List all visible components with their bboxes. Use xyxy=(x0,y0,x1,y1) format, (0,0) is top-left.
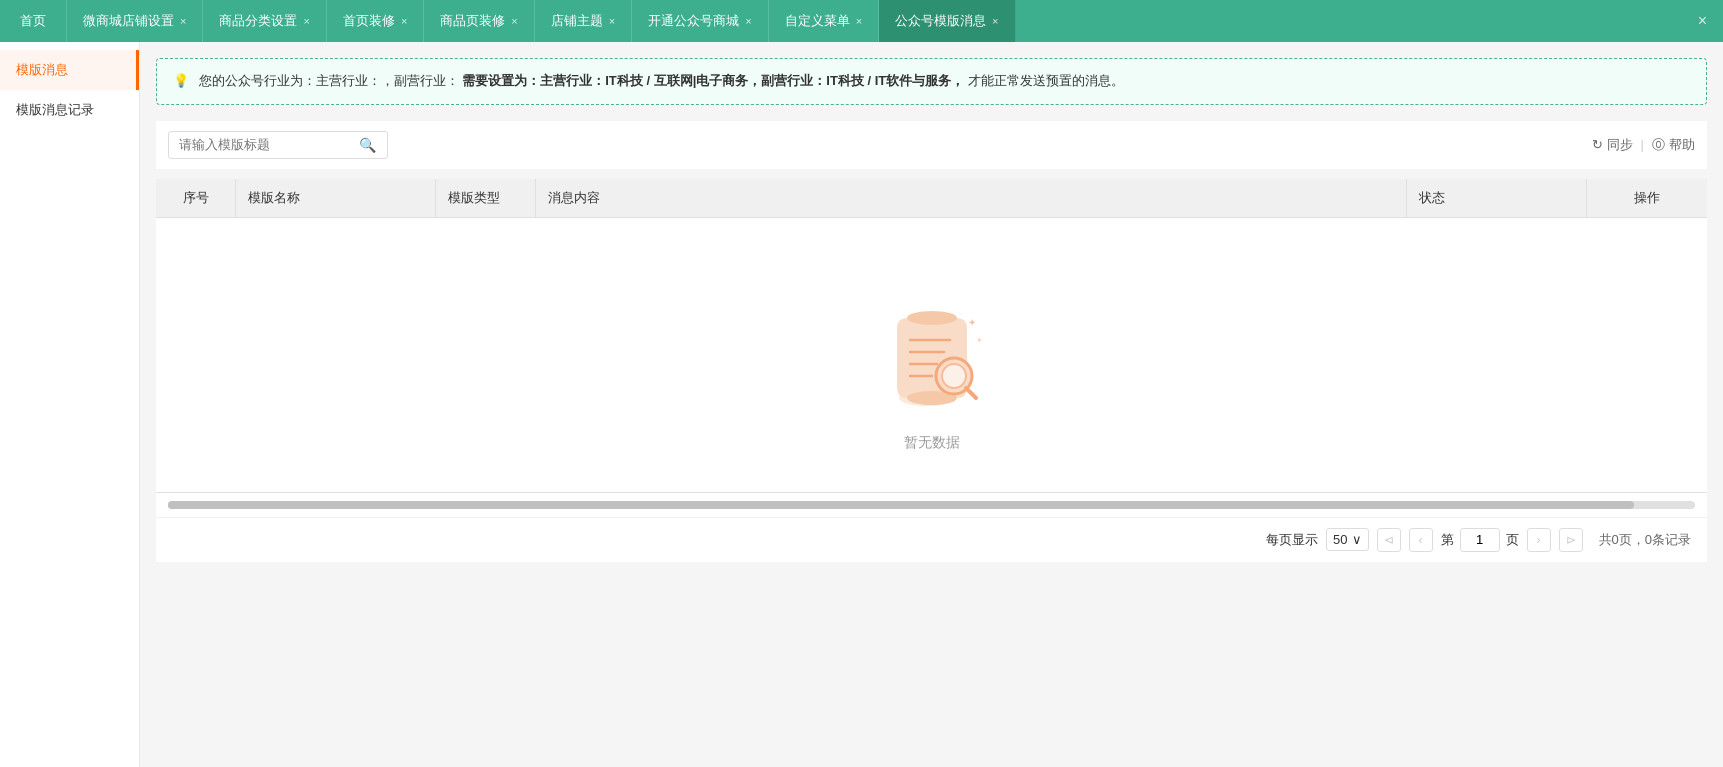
page-number-input[interactable] xyxy=(1460,528,1500,552)
close-custom-menu[interactable]: × xyxy=(856,15,862,27)
nav-tab-template-msg[interactable]: 公众号模版消息 × xyxy=(879,0,1015,42)
sync-label: 同步 xyxy=(1607,136,1633,154)
search-left: 🔍 xyxy=(168,131,388,159)
nav-tab-shop-setting-label: 微商城店铺设置 xyxy=(83,12,174,30)
col-header-seq: 序号 xyxy=(156,179,236,217)
col-header-action: 操作 xyxy=(1587,179,1707,217)
page-input-wrap: 第 页 xyxy=(1441,528,1519,552)
nav-tab-home-decor[interactable]: 首页装修 × xyxy=(327,0,424,42)
first-page-button[interactable]: ⊲ xyxy=(1377,528,1401,552)
help-icon: ⓪ xyxy=(1652,136,1665,154)
page-size-label: 每页显示 xyxy=(1266,531,1318,549)
close-home-decor[interactable]: × xyxy=(401,15,407,27)
nav-tab-product-decor[interactable]: 商品页装修 × xyxy=(424,0,534,42)
notice-icon: 💡 xyxy=(173,73,189,88)
page-size-value: 50 xyxy=(1333,532,1347,547)
svg-point-1 xyxy=(907,311,957,325)
top-nav: 首页 微商城店铺设置 × 商品分类设置 × 首页装修 × 商品页装修 × 店铺主… xyxy=(0,0,1723,42)
search-right: ↻ 同步 | ⓪ 帮助 xyxy=(1592,136,1695,154)
nav-tab-open-mall[interactable]: 开通公众号商城 × xyxy=(632,0,768,42)
scrollbar-area[interactable] xyxy=(156,492,1707,517)
nav-tab-home[interactable]: 首页 xyxy=(0,0,67,42)
svg-text:·: · xyxy=(960,310,962,317)
sidebar-item-template-msg[interactable]: 模版消息 xyxy=(0,50,139,90)
close-shop-theme[interactable]: × xyxy=(609,15,615,27)
nav-tab-custom-menu[interactable]: 自定义菜单 × xyxy=(769,0,879,42)
scrollbar-thumb[interactable] xyxy=(168,501,1634,509)
total-info: 共0页，0条记录 xyxy=(1599,531,1691,549)
sidebar-item-template-msg-log[interactable]: 模版消息记录 xyxy=(0,90,139,130)
nav-tab-template-msg-label: 公众号模版消息 xyxy=(895,12,986,30)
svg-point-8 xyxy=(942,364,966,388)
sidebar: 模版消息 模版消息记录 xyxy=(0,42,140,767)
divider: | xyxy=(1641,137,1644,152)
empty-state-icon: ✦ ✦ · xyxy=(872,298,992,418)
close-product-decor[interactable]: × xyxy=(511,15,517,27)
close-template-msg[interactable]: × xyxy=(992,15,998,27)
nav-tab-open-mall-label: 开通公众号商城 xyxy=(648,12,739,30)
notice-suffix: 才能正常发送预置的消息。 xyxy=(968,73,1124,88)
sidebar-item-template-msg-label: 模版消息 xyxy=(16,62,68,77)
prev-page-button[interactable]: ‹ xyxy=(1409,528,1433,552)
col-header-name: 模版名称 xyxy=(236,179,436,217)
table-wrapper: 序号 模版名称 模版类型 消息内容 状态 操作 xyxy=(156,179,1707,562)
main-layout: 模版消息 模版消息记录 💡 您的公众号行业为：主营行业：，副营行业： 需要设置为… xyxy=(0,42,1723,767)
help-button[interactable]: ⓪ 帮助 xyxy=(1652,136,1695,154)
table-header: 序号 模版名称 模版类型 消息内容 状态 操作 xyxy=(156,179,1707,218)
notice-prefix: 您的公众号行业为：主营行业：，副营行业： xyxy=(199,73,459,88)
svg-text:✦: ✦ xyxy=(968,317,976,328)
pagination: 每页显示 50 ∨ ⊲ ‹ 第 页 › ⊳ 共0页，0条记录 xyxy=(156,517,1707,562)
search-input[interactable] xyxy=(179,137,359,152)
search-icon[interactable]: 🔍 xyxy=(359,137,376,153)
nav-tab-home-label: 首页 xyxy=(20,12,46,30)
close-product-category[interactable]: × xyxy=(303,15,309,27)
col-header-content: 消息内容 xyxy=(536,179,1407,217)
close-shop-setting[interactable]: × xyxy=(180,15,186,27)
page-unit-label: 页 xyxy=(1506,531,1519,549)
next-page-button[interactable]: › xyxy=(1527,528,1551,552)
empty-state: ✦ ✦ · 暂无数据 xyxy=(156,218,1707,492)
nav-tab-product-decor-label: 商品页装修 xyxy=(440,12,505,30)
page-size-chevron: ∨ xyxy=(1352,532,1362,547)
notice-highlight: 需要设置为：主营行业：IT科技 / 互联网|电子商务，副营行业：IT科技 / I… xyxy=(462,73,964,88)
empty-state-text: 暂无数据 xyxy=(904,434,960,452)
notice-box: 💡 您的公众号行业为：主营行业：，副营行业： 需要设置为：主营行业：IT科技 /… xyxy=(156,58,1707,105)
nav-tab-shop-setting[interactable]: 微商城店铺设置 × xyxy=(67,0,203,42)
sync-icon: ↻ xyxy=(1592,137,1603,152)
sidebar-item-template-msg-log-label: 模版消息记录 xyxy=(16,102,94,117)
svg-line-9 xyxy=(966,388,976,398)
svg-text:✦: ✦ xyxy=(976,336,983,345)
nav-tab-custom-menu-label: 自定义菜单 xyxy=(785,12,850,30)
col-header-status: 状态 xyxy=(1407,179,1587,217)
close-open-mall[interactable]: × xyxy=(745,15,751,27)
nav-tab-shop-theme-label: 店铺主题 xyxy=(551,12,603,30)
nav-tab-product-category[interactable]: 商品分类设置 × xyxy=(203,0,326,42)
last-page-button[interactable]: ⊳ xyxy=(1559,528,1583,552)
page-size-select[interactable]: 50 ∨ xyxy=(1326,528,1368,551)
close-all-tabs[interactable]: × xyxy=(1682,12,1723,30)
search-bar: 🔍 ↻ 同步 | ⓪ 帮助 xyxy=(156,121,1707,169)
col-header-type: 模版类型 xyxy=(436,179,536,217)
nav-tab-home-decor-label: 首页装修 xyxy=(343,12,395,30)
sync-button[interactable]: ↻ 同步 xyxy=(1592,136,1633,154)
help-label: 帮助 xyxy=(1669,136,1695,154)
current-page-label: 第 xyxy=(1441,531,1454,549)
content-area: 💡 您的公众号行业为：主营行业：，副营行业： 需要设置为：主营行业：IT科技 /… xyxy=(140,42,1723,767)
search-input-wrap[interactable]: 🔍 xyxy=(168,131,388,159)
nav-tab-product-category-label: 商品分类设置 xyxy=(219,12,297,30)
nav-tab-shop-theme[interactable]: 店铺主题 × xyxy=(535,0,632,42)
horizontal-scrollbar[interactable] xyxy=(168,501,1695,509)
